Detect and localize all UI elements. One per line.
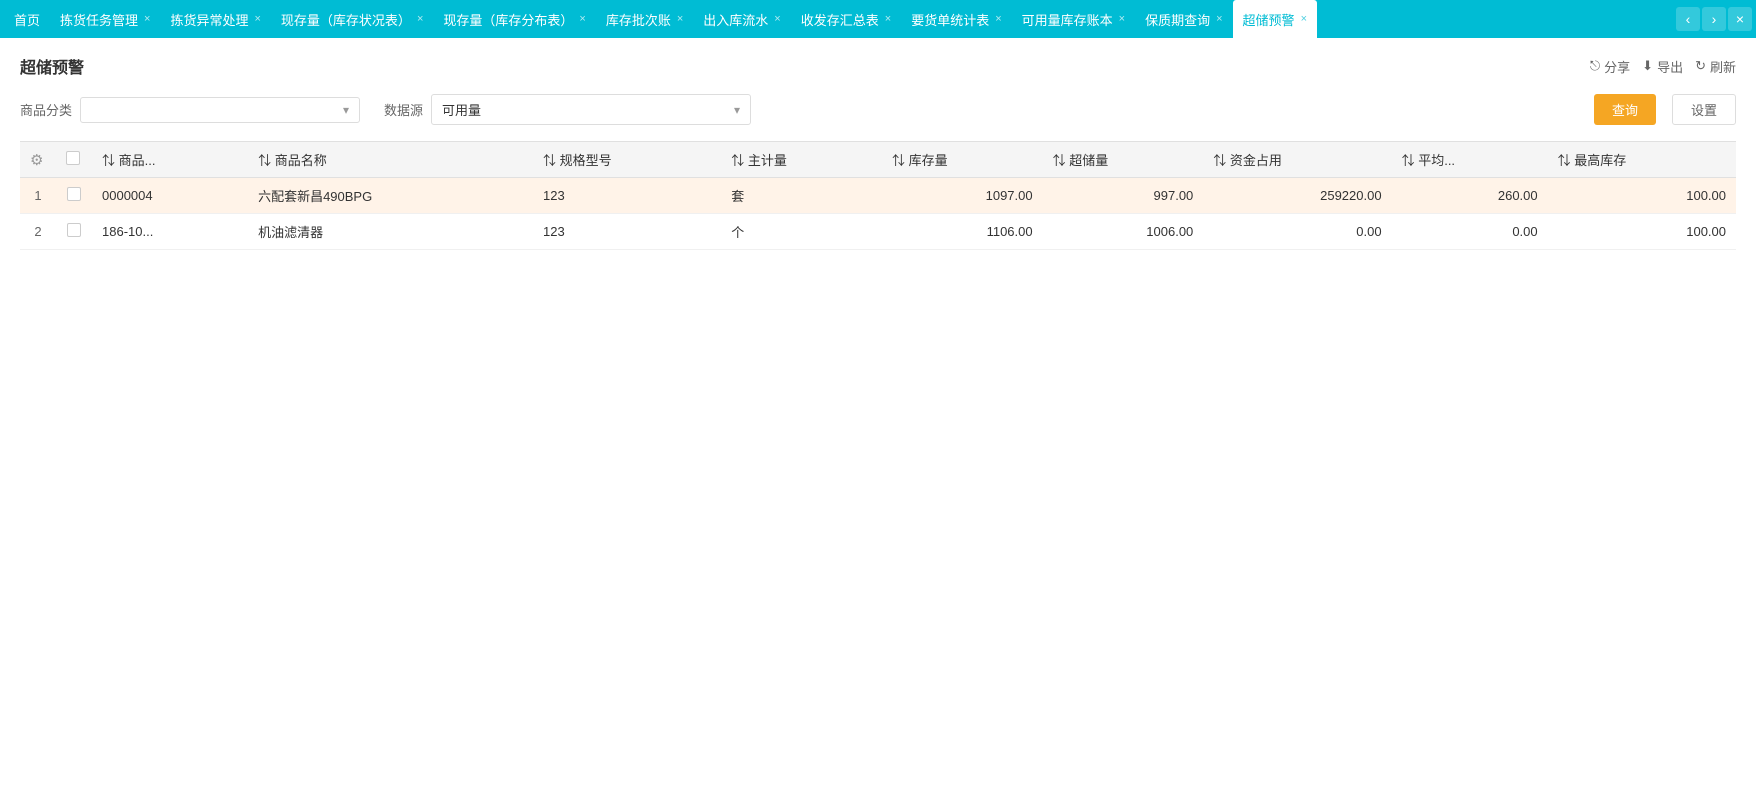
row-capital: 0.00: [1203, 214, 1391, 250]
row-capital: 259220.00: [1203, 178, 1391, 214]
filter-actions: 查询 设置: [1594, 94, 1736, 125]
select-all-header: [56, 142, 92, 178]
row-spec: 123: [533, 214, 721, 250]
nav-item-batch[interactable]: 库存批次账 ×: [596, 0, 693, 38]
category-select[interactable]: ▾: [80, 97, 360, 123]
refresh-icon: ↻: [1695, 58, 1706, 74]
datasource-select[interactable]: 可用量 ▾: [431, 94, 751, 125]
refresh-button[interactable]: ↻ 刷新: [1695, 57, 1736, 76]
close-icon[interactable]: ×: [1216, 13, 1222, 25]
query-button[interactable]: 查询: [1594, 94, 1656, 125]
nav-item-abnormal[interactable]: 拣货异常处理 ×: [160, 0, 270, 38]
data-table: ⚙ ⇅ 商品... ⇅ 商品名称 ⇅ 规格型号 ⇅: [20, 141, 1736, 250]
select-all-checkbox[interactable]: [66, 151, 80, 165]
nav-item-task[interactable]: 拣货任务管理 ×: [50, 0, 160, 38]
table-row: 1 0000004 六配套新昌490BPG 123 套 1097.00 997.…: [20, 178, 1736, 214]
settings-button[interactable]: 设置: [1672, 94, 1736, 125]
row-num: 1: [20, 178, 56, 214]
nav-item-stock-dist[interactable]: 现存量（库存分布表） ×: [433, 0, 595, 38]
col-capital[interactable]: ⇅ 资金占用: [1203, 142, 1391, 178]
chevron-down-icon: ▾: [734, 103, 740, 117]
nav-item-available[interactable]: 可用量库存账本 ×: [1012, 0, 1135, 38]
nav-next-button[interactable]: ›: [1702, 7, 1726, 31]
col-name[interactable]: ⇅ 商品名称: [248, 142, 533, 178]
row-unit: 套: [721, 178, 882, 214]
row-checkbox[interactable]: [67, 187, 81, 201]
gear-icon[interactable]: ⚙: [30, 152, 43, 169]
nav-item-flow[interactable]: 出入库流水 ×: [693, 0, 790, 38]
nav-prev-button[interactable]: ‹: [1676, 7, 1700, 31]
nav-item-order-stat[interactable]: 要货单统计表 ×: [901, 0, 1011, 38]
table-header-row: ⚙ ⇅ 商品... ⇅ 商品名称 ⇅ 规格型号 ⇅: [20, 142, 1736, 178]
row-checkbox-cell: [56, 214, 92, 250]
close-icon[interactable]: ×: [1301, 13, 1307, 25]
toolbar-right: ⎋ 分享 ⬇ 导出 ↻ 刷新: [1590, 57, 1736, 76]
share-icon: ⎋: [1590, 58, 1600, 74]
nav-item-overstock[interactable]: 超储预警 ×: [1233, 0, 1317, 38]
row-code: 186-10...: [92, 214, 248, 250]
row-checkbox[interactable]: [67, 223, 81, 237]
page-header: 超储预警 ⎋ 分享 ⬇ 导出 ↻ 刷新: [20, 54, 1736, 78]
row-name: 机油滤清器: [248, 214, 533, 250]
row-over: 1006.00: [1043, 214, 1204, 250]
filter-row: 商品分类 ▾ 数据源 可用量 ▾ 查询 设置: [20, 94, 1736, 125]
close-icon[interactable]: ×: [995, 13, 1001, 25]
filter-datasource: 数据源 可用量 ▾: [384, 94, 751, 125]
row-unit: 个: [721, 214, 882, 250]
nav-item-expiry[interactable]: 保质期查询 ×: [1135, 0, 1232, 38]
nav-item-summary[interactable]: 收发存汇总表 ×: [791, 0, 901, 38]
row-maxstock: 100.00: [1548, 178, 1736, 214]
col-maxstock[interactable]: ⇅ 最高库存: [1548, 142, 1736, 178]
col-stock[interactable]: ⇅ 库存量: [882, 142, 1043, 178]
share-button[interactable]: ⎋ 分享: [1590, 57, 1630, 76]
nav-arrows: ‹ › ×: [1676, 7, 1752, 31]
row-code: 0000004: [92, 178, 248, 214]
row-num: 2: [20, 214, 56, 250]
row-stock: 1106.00: [882, 214, 1043, 250]
nav-item-home[interactable]: 首页: [4, 0, 50, 38]
col-unit[interactable]: ⇅ 主计量: [721, 142, 882, 178]
row-avg: 0.00: [1392, 214, 1548, 250]
close-icon[interactable]: ×: [417, 13, 423, 25]
gear-header: ⚙: [20, 142, 56, 178]
page-title: 超储预警: [20, 54, 84, 78]
col-spec[interactable]: ⇅ 规格型号: [533, 142, 721, 178]
table-row: 2 186-10... 机油滤清器 123 个 1106.00 1006.00 …: [20, 214, 1736, 250]
nav-close-button[interactable]: ×: [1728, 7, 1752, 31]
col-over[interactable]: ⇅ 超储量: [1043, 142, 1204, 178]
export-icon: ⬇: [1642, 58, 1653, 74]
close-icon[interactable]: ×: [677, 13, 683, 25]
row-stock: 1097.00: [882, 178, 1043, 214]
col-code[interactable]: ⇅ 商品...: [92, 142, 248, 178]
row-name: 六配套新昌490BPG: [248, 178, 533, 214]
datasource-select-value: 可用量: [442, 100, 481, 119]
row-checkbox-cell: [56, 178, 92, 214]
close-icon[interactable]: ×: [254, 13, 260, 25]
filter-category: 商品分类 ▾: [20, 97, 360, 123]
export-button[interactable]: ⬇ 导出: [1642, 57, 1683, 76]
filter-datasource-label: 数据源: [384, 100, 423, 119]
close-icon[interactable]: ×: [774, 13, 780, 25]
close-icon[interactable]: ×: [579, 13, 585, 25]
row-maxstock: 100.00: [1548, 214, 1736, 250]
close-icon[interactable]: ×: [885, 13, 891, 25]
close-icon[interactable]: ×: [144, 13, 150, 25]
nav-bar: 首页 拣货任务管理 × 拣货异常处理 × 现存量（库存状况表） × 现存量（库存…: [0, 0, 1756, 38]
nav-item-stock-status[interactable]: 现存量（库存状况表） ×: [271, 0, 433, 38]
filter-category-label: 商品分类: [20, 100, 72, 119]
row-spec: 123: [533, 178, 721, 214]
page-content: 超储预警 ⎋ 分享 ⬇ 导出 ↻ 刷新 商品分类 ▾ 数据源: [0, 38, 1756, 266]
row-over: 997.00: [1043, 178, 1204, 214]
row-avg: 260.00: [1392, 178, 1548, 214]
col-avg[interactable]: ⇅ 平均...: [1392, 142, 1548, 178]
chevron-down-icon: ▾: [343, 103, 349, 117]
close-icon[interactable]: ×: [1119, 13, 1125, 25]
